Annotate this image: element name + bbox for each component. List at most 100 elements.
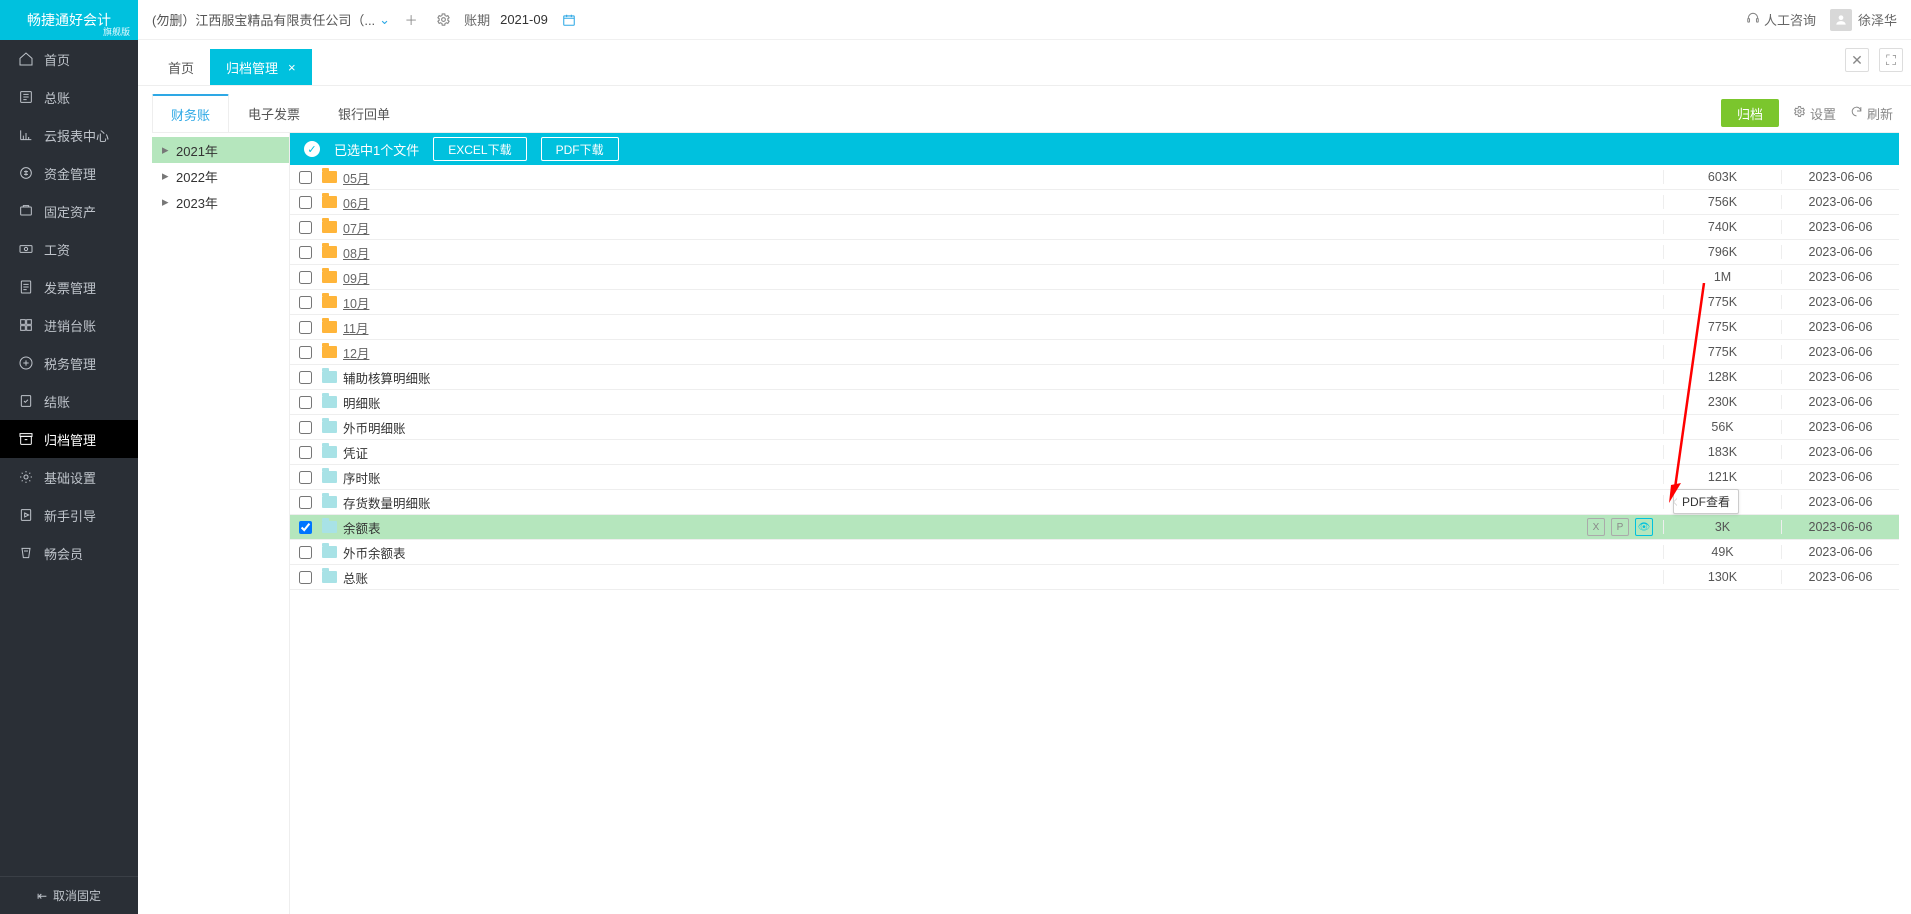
row-checkbox[interactable] bbox=[299, 496, 312, 509]
user-section[interactable]: 徐泽华 bbox=[1830, 9, 1897, 31]
sidebar-item-close[interactable]: 结账 bbox=[0, 382, 138, 420]
file-name[interactable]: 序时账 bbox=[343, 468, 381, 487]
file-name[interactable]: 辅助核算明细账 bbox=[343, 368, 431, 387]
row-checkbox[interactable] bbox=[299, 196, 312, 209]
table-row[interactable]: 凭证183K2023-06-06 bbox=[290, 440, 1899, 465]
row-checkbox[interactable] bbox=[299, 521, 312, 534]
file-name[interactable]: 明细账 bbox=[343, 393, 381, 412]
sidebar-item-money[interactable]: 资金管理 bbox=[0, 154, 138, 192]
row-checkbox[interactable] bbox=[299, 321, 312, 334]
sidebar-item-stock[interactable]: 进销台账 bbox=[0, 306, 138, 344]
file-name[interactable]: 08月 bbox=[343, 243, 369, 262]
sidebar-unpin[interactable]: ⇤ 取消固定 bbox=[0, 876, 138, 914]
row-checkbox[interactable] bbox=[299, 396, 312, 409]
sidebar-item-asset[interactable]: 固定资产 bbox=[0, 192, 138, 230]
sidebar-item-guide[interactable]: 新手引导 bbox=[0, 496, 138, 534]
row-checkbox[interactable] bbox=[299, 346, 312, 359]
file-date: 2023-06-06 bbox=[1781, 245, 1899, 259]
file-name[interactable]: 外币余额表 bbox=[343, 543, 406, 562]
table-row[interactable]: 外币余额表49K2023-06-06 bbox=[290, 540, 1899, 565]
close-icon[interactable]: × bbox=[288, 60, 296, 75]
row-checkbox[interactable] bbox=[299, 271, 312, 284]
file-size: 796K bbox=[1663, 245, 1781, 259]
subtab[interactable]: 财务账 bbox=[152, 94, 229, 132]
excel-icon[interactable]: X bbox=[1587, 518, 1605, 536]
table-row[interactable]: 10月775K2023-06-06 bbox=[290, 290, 1899, 315]
subtab[interactable]: 电子发票 bbox=[229, 94, 319, 132]
file-name[interactable]: 10月 bbox=[343, 293, 369, 312]
sidebar-item-label: 固定资产 bbox=[44, 202, 96, 221]
sidebar-item-ledger[interactable]: 总账 bbox=[0, 78, 138, 116]
excel-download-button[interactable]: EXCEL下载 bbox=[433, 137, 526, 161]
file-name[interactable]: 总账 bbox=[343, 568, 368, 587]
row-checkbox[interactable] bbox=[299, 371, 312, 384]
row-checkbox[interactable] bbox=[299, 246, 312, 259]
refresh-link[interactable]: 刷新 bbox=[1850, 104, 1893, 123]
table-row[interactable]: 12月775K2023-06-06 bbox=[290, 340, 1899, 365]
sidebar-item-label: 新手引导 bbox=[44, 506, 96, 525]
company-selector[interactable]: (勿删）江西服宝精品有限责任公司（... ⌄ bbox=[152, 10, 390, 29]
archive-button[interactable]: 归档 bbox=[1721, 99, 1779, 127]
calendar-icon[interactable] bbox=[558, 9, 580, 31]
tree-year[interactable]: ▸2023年 bbox=[152, 189, 289, 215]
table-row[interactable]: 08月 796K2023-06-06 bbox=[290, 240, 1899, 265]
table-row[interactable]: 明细账230K2023-06-06 bbox=[290, 390, 1899, 415]
file-name[interactable]: 余额表 bbox=[343, 518, 381, 537]
file-name[interactable]: 存货数量明细账 bbox=[343, 493, 431, 512]
row-checkbox[interactable] bbox=[299, 421, 312, 434]
row-checkbox[interactable] bbox=[299, 546, 312, 559]
sidebar-item-salary[interactable]: 工资 bbox=[0, 230, 138, 268]
table-row[interactable]: 11月775K2023-06-06 bbox=[290, 315, 1899, 340]
sidebar-item-gear[interactable]: 基础设置 bbox=[0, 458, 138, 496]
fullscreen-button[interactable]: ⛶ bbox=[1879, 48, 1903, 72]
table-row[interactable]: 06月756K2023-06-06 bbox=[290, 190, 1899, 215]
sidebar-item-home[interactable]: 首页 bbox=[0, 40, 138, 78]
pdf-icon[interactable]: P bbox=[1611, 518, 1629, 536]
sidebar-item-chart[interactable]: 云报表中心 bbox=[0, 116, 138, 154]
file-size: 603K bbox=[1663, 170, 1781, 184]
gear-icon[interactable] bbox=[432, 9, 454, 31]
table-row[interactable]: 外币明细账56K2023-06-06 bbox=[290, 415, 1899, 440]
file-name[interactable]: 06月 bbox=[343, 193, 369, 212]
sidebar-item-tax[interactable]: 税务管理 bbox=[0, 344, 138, 382]
sidebar-item-archive[interactable]: 归档管理 bbox=[0, 420, 138, 458]
table-row[interactable]: 09月1M2023-06-06 bbox=[290, 265, 1899, 290]
file-name[interactable]: 外币明细账 bbox=[343, 418, 406, 437]
page-tab[interactable]: 归档管理× bbox=[210, 49, 312, 85]
period-value[interactable]: 2021-09 bbox=[500, 12, 548, 27]
row-checkbox[interactable] bbox=[299, 571, 312, 584]
row-checkbox[interactable] bbox=[299, 296, 312, 309]
table-row[interactable]: 总账130K2023-06-06 bbox=[290, 565, 1899, 590]
row-checkbox[interactable] bbox=[299, 171, 312, 184]
file-name[interactable]: 12月 bbox=[343, 343, 369, 362]
file-name[interactable]: 07月 bbox=[343, 218, 369, 237]
row-checkbox[interactable] bbox=[299, 471, 312, 484]
subtab[interactable]: 银行回单 bbox=[319, 94, 409, 132]
file-name[interactable]: 11月 bbox=[343, 318, 368, 337]
file-name[interactable]: 凭证 bbox=[343, 443, 368, 462]
row-checkbox[interactable] bbox=[299, 221, 312, 234]
consult-link[interactable]: 人工咨询 bbox=[1746, 10, 1816, 29]
row-checkbox[interactable] bbox=[299, 446, 312, 459]
sidebar-item-vip[interactable]: 畅会员 bbox=[0, 534, 138, 572]
tree-year[interactable]: ▸2021年 bbox=[152, 137, 289, 163]
add-icon[interactable]: ＋ bbox=[400, 9, 422, 31]
file-date: 2023-06-06 bbox=[1781, 470, 1899, 484]
table-row[interactable]: 序时账121K2023-06-06 bbox=[290, 465, 1899, 490]
settings-link[interactable]: 设置 bbox=[1793, 104, 1836, 123]
table-row[interactable]: 辅助核算明细账128K2023-06-06 bbox=[290, 365, 1899, 390]
view-icon[interactable]: 👁 bbox=[1635, 518, 1653, 536]
pdf-download-button[interactable]: PDF下载 bbox=[541, 137, 619, 161]
file-name[interactable]: 05月 bbox=[343, 168, 369, 187]
table-row[interactable]: 存货数量明细账85K2023-06-06 bbox=[290, 490, 1899, 515]
close-button[interactable]: ✕ bbox=[1845, 48, 1869, 72]
table-row[interactable]: 余额表XP👁3K2023-06-06 bbox=[290, 515, 1899, 540]
file-name[interactable]: 09月 bbox=[343, 268, 369, 287]
page-tab[interactable]: 首页 bbox=[152, 49, 210, 85]
table-row[interactable]: 07月740K2023-06-06 bbox=[290, 215, 1899, 240]
sidebar-item-invoice[interactable]: 发票管理 bbox=[0, 268, 138, 306]
table-row[interactable]: 05月603K2023-06-06 bbox=[290, 165, 1899, 190]
file-size: 230K bbox=[1663, 395, 1781, 409]
tree-year[interactable]: ▸2022年 bbox=[152, 163, 289, 189]
brand-logo: 畅捷通好会计 旗舰版 bbox=[0, 0, 138, 40]
